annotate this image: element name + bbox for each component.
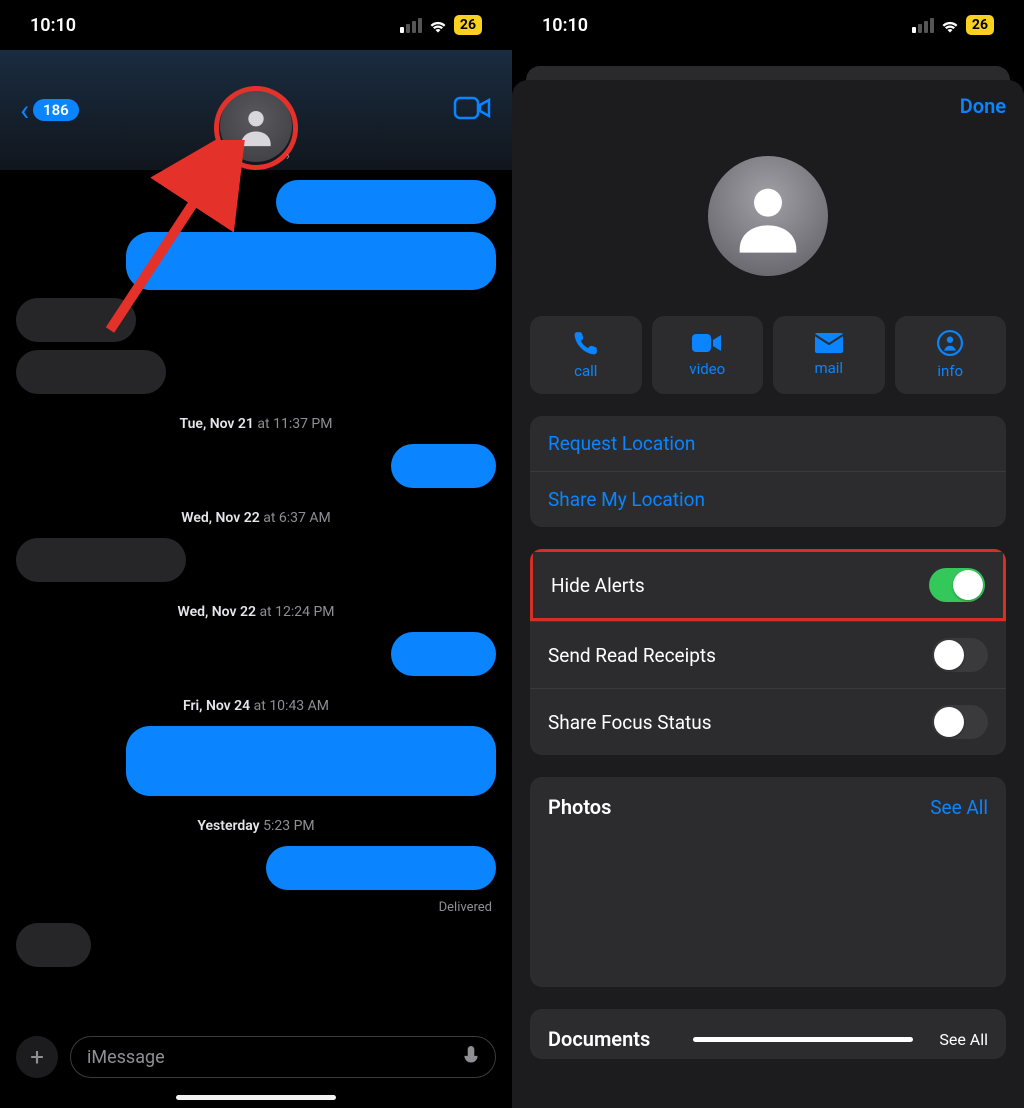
row-label: Hide Alerts (551, 574, 645, 597)
photos-see-all-button[interactable]: See All (930, 796, 988, 819)
message-bubble-sent[interactable] (391, 444, 496, 488)
message-input[interactable]: iMessage (70, 1036, 496, 1078)
request-location-row[interactable]: Request Location (530, 416, 1006, 471)
row-label: Send Read Receipts (548, 644, 716, 667)
contact-name-row[interactable]: › (222, 149, 290, 164)
battery-indicator: 26 (966, 15, 994, 35)
message-bubble-sent[interactable] (266, 846, 496, 890)
home-indicator[interactable] (176, 1095, 336, 1100)
timestamp-separator: Fri, Nov 24 at 10:43 AM (16, 698, 496, 714)
mail-icon (815, 333, 843, 353)
documents-title: Documents (548, 1027, 650, 1051)
hide-alerts-toggle[interactable] (929, 568, 985, 602)
unread-badge: 186 (33, 99, 79, 121)
done-button[interactable]: Done (960, 94, 1006, 118)
message-bubble-received[interactable] (16, 923, 91, 967)
video-button[interactable]: video (652, 316, 764, 394)
wifi-icon (940, 17, 960, 33)
timestamp-separator: Wed, Nov 22 at 12:24 PM (16, 604, 496, 620)
info-button[interactable]: info (895, 316, 1007, 394)
cellular-icon (912, 18, 934, 33)
compose-bar: + iMessage (0, 1036, 512, 1078)
row-label: Request Location (548, 432, 695, 455)
messages-list[interactable]: Tue, Nov 21 at 11:37 PM Wed, Nov 22 at 6… (0, 170, 512, 967)
message-bubble-received[interactable] (16, 298, 136, 342)
status-indicators: 26 (400, 15, 482, 35)
person-icon (234, 104, 278, 148)
focus-status-toggle[interactable] (932, 705, 988, 739)
action-label: mail (814, 359, 843, 377)
facetime-button[interactable] (452, 94, 492, 126)
notifications-card: Hide Alerts Send Read Receipts Share Foc… (530, 549, 1006, 755)
conversation-header: ‹ 186 › (0, 50, 512, 170)
message-bubble-sent[interactable] (126, 232, 496, 290)
read-receipts-toggle[interactable] (932, 638, 988, 672)
message-bubble-received[interactable] (16, 538, 186, 582)
detail-sheet: Done call video mail info (512, 80, 1024, 1108)
action-label: info (937, 362, 963, 380)
photos-card: Photos See All (530, 777, 1006, 987)
action-buttons-row: call video mail info (530, 316, 1006, 394)
message-bubble-sent[interactable] (276, 180, 496, 224)
info-person-icon (937, 330, 963, 356)
send-read-receipts-row[interactable]: Send Read Receipts (530, 621, 1006, 688)
mail-button[interactable]: mail (773, 316, 885, 394)
message-bubble-received[interactable] (16, 350, 166, 394)
messages-screen: 10:10 26 ‹ 186 › (0, 0, 512, 1108)
location-card: Request Location Share My Location (530, 416, 1006, 527)
message-bubble-sent[interactable] (391, 632, 496, 676)
share-my-location-row[interactable]: Share My Location (530, 471, 1006, 527)
plus-icon: + (30, 1043, 44, 1071)
delivered-label: Delivered (439, 900, 492, 915)
cellular-icon (400, 18, 422, 33)
message-placeholder: iMessage (87, 1047, 165, 1068)
action-label: video (689, 360, 725, 378)
row-label: Share Focus Status (548, 711, 712, 734)
row-label: Share My Location (548, 488, 705, 511)
call-button[interactable]: call (530, 316, 642, 394)
documents-see-all-button[interactable]: See All (939, 1030, 988, 1049)
chevron-right-icon: › (286, 149, 290, 164)
document-preview-line (693, 1037, 913, 1042)
timestamp-separator: Yesterday 5:23 PM (16, 818, 496, 834)
chevron-left-icon: ‹ (20, 93, 29, 128)
phone-icon (573, 330, 599, 356)
status-bar: 10:10 26 (0, 0, 512, 50)
photos-title: Photos (548, 795, 611, 819)
status-bar: 10:10 26 (512, 0, 1024, 50)
share-focus-status-row[interactable]: Share Focus Status (530, 688, 1006, 755)
video-icon (692, 332, 722, 354)
timestamp-separator: Tue, Nov 21 at 11:37 PM (16, 416, 496, 432)
battery-indicator: 26 (454, 15, 482, 35)
action-label: call (574, 362, 597, 380)
status-time: 10:10 (542, 15, 588, 36)
person-icon (728, 176, 808, 256)
wifi-icon (428, 17, 448, 33)
message-bubble-sent[interactable] (126, 726, 496, 796)
documents-card: Documents See All (530, 1009, 1006, 1059)
attach-button[interactable]: + (16, 1036, 58, 1078)
back-button[interactable]: ‹ 186 (20, 93, 79, 128)
mic-icon[interactable] (463, 1046, 479, 1068)
status-indicators: 26 (912, 15, 994, 35)
contact-avatar[interactable] (708, 156, 828, 276)
status-time: 10:10 (30, 15, 76, 36)
contact-detail-screen: 10:10 26 Done call video mail (512, 0, 1024, 1108)
timestamp-separator: Wed, Nov 22 at 6:37 AM (16, 510, 496, 526)
hide-alerts-row[interactable]: Hide Alerts (530, 549, 1006, 621)
